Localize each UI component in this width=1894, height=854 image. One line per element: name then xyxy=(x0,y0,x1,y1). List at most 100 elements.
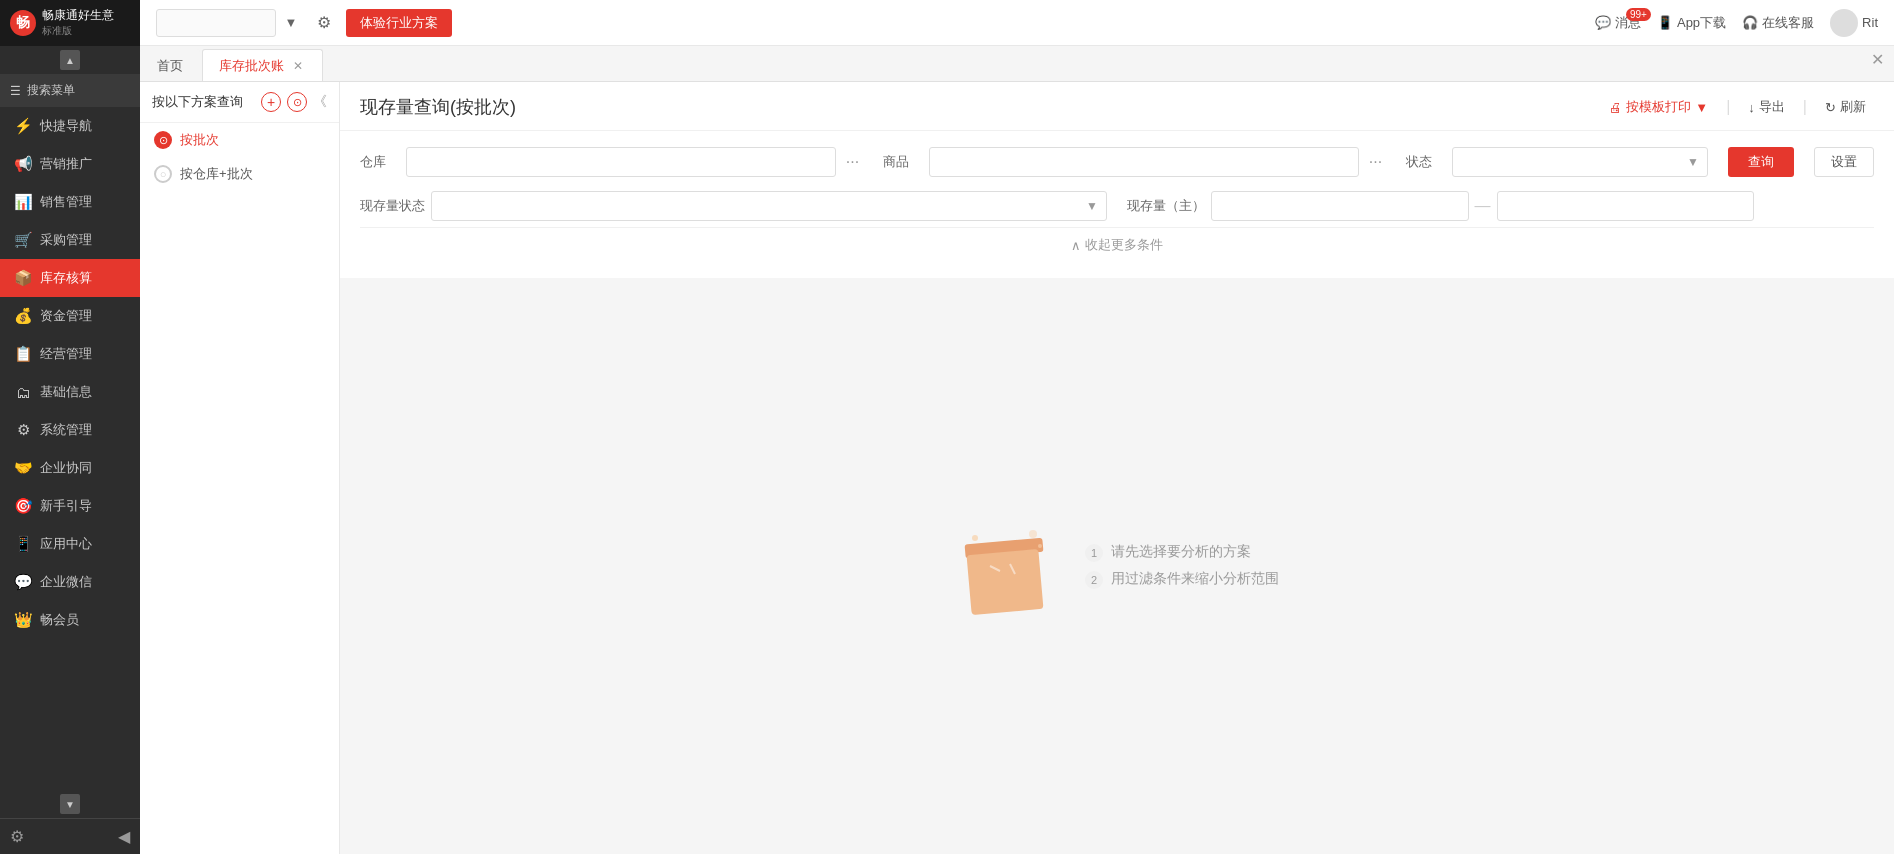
filter-item-by-batch[interactable]: ⊙ 按批次 xyxy=(140,123,339,157)
tip2-num: 2 xyxy=(1085,571,1103,589)
service-icon: 🎧 xyxy=(1742,15,1758,30)
tab-panel-close-btn[interactable]: ✕ xyxy=(1871,50,1884,69)
tip2-text: 用过滤条件来缩小分析范围 xyxy=(1111,570,1279,588)
sidebar-item-label-inventory: 库存核算 xyxy=(40,269,92,287)
qty-separator: — xyxy=(1475,197,1491,215)
sidebar-item-system[interactable]: ⚙ 系统管理 xyxy=(0,411,140,449)
sidebar-item-icon-basic-info: 🗂 xyxy=(14,383,32,401)
status-dropdown-arrow: ▼ xyxy=(1687,155,1699,169)
fields-row-2: 现存量状态 ▼ 现存量（主） — xyxy=(360,191,1874,221)
stock-qty-to-input[interactable] xyxy=(1497,191,1755,221)
sidebar-header: 畅 畅康通好生意 标准版 xyxy=(0,0,140,46)
sidebar-item-newbie[interactable]: 🎯 新手引导 xyxy=(0,487,140,525)
export-icon: ↓ xyxy=(1748,100,1755,115)
user-avatar-area[interactable]: Rit xyxy=(1830,9,1878,37)
online-service-btn[interactable]: 🎧 在线客服 xyxy=(1742,14,1814,32)
tab-batch-account-label: 库存批次账 xyxy=(219,57,284,75)
tabbar: 首页 库存批次账 ✕ ✕ xyxy=(140,46,1894,82)
sidebar-item-vip[interactable]: 👑 畅会员 xyxy=(0,601,140,639)
sidebar-item-enterprise[interactable]: 🤝 企业协同 xyxy=(0,449,140,487)
scroll-down-btn[interactable]: ▼ xyxy=(60,794,80,814)
query-area: 现存量查询(按批次) 🖨 按模板打印 ▼ | ↓ 导出 | ↻ xyxy=(340,82,1894,854)
sidebar-item-icon-purchase: 🛒 xyxy=(14,231,32,249)
goods-field: 商品 ··· xyxy=(883,147,1386,177)
target-icon: ⊙ xyxy=(293,96,302,109)
export-btn[interactable]: ↓ 导出 xyxy=(1740,94,1793,120)
filter-settings-btn[interactable]: ⊙ xyxy=(287,92,307,112)
app-download-label: App下载 xyxy=(1677,14,1726,32)
goods-input[interactable] xyxy=(929,147,1359,177)
topbar: ▼ ⚙ 体验行业方案 💬 消息 99+ 📱 App下载 🎧 在线客服 Rit xyxy=(140,0,1894,46)
sidebar-item-finance[interactable]: 💰 资金管理 xyxy=(0,297,140,335)
sidebar-item-label-purchase: 采购管理 xyxy=(40,231,92,249)
search-menu-label: 搜索菜单 xyxy=(27,82,75,99)
tab-batch-account[interactable]: 库存批次账 ✕ xyxy=(202,49,323,81)
settings-btn[interactable]: 设置 xyxy=(1814,147,1874,177)
warehouse-more-btn[interactable]: ··· xyxy=(842,153,863,171)
user-avatar xyxy=(1830,9,1858,37)
sidebar-item-sales[interactable]: 📊 销售管理 xyxy=(0,183,140,221)
user-name: Rit xyxy=(1862,15,1878,30)
topbar-search-dropdown[interactable]: ▼ xyxy=(280,12,302,34)
tip1-text: 请先选择要分析的方案 xyxy=(1111,543,1251,561)
sidebar-item-app-center[interactable]: 📱 应用中心 xyxy=(0,525,140,563)
empty-tip-1: 1 请先选择要分析的方案 xyxy=(1085,543,1279,562)
topbar-search-input[interactable] xyxy=(156,9,276,37)
status-label: 状态 xyxy=(1406,153,1446,171)
status-dropdown[interactable]: ▼ xyxy=(1452,147,1708,177)
sidebar-item-label-basic-info: 基础信息 xyxy=(40,383,92,401)
sidebar-item-label-enterprise-wechat: 企业微信 xyxy=(40,573,92,591)
sidebar-item-purchase[interactable]: 🛒 采购管理 xyxy=(0,221,140,259)
trial-btn[interactable]: 体验行业方案 xyxy=(346,9,452,37)
goods-label: 商品 xyxy=(883,153,923,171)
query-btn[interactable]: 查询 xyxy=(1728,147,1794,177)
sidebar-item-operations[interactable]: 📋 经营管理 xyxy=(0,335,140,373)
sidebar-item-label-enterprise: 企业协同 xyxy=(40,459,92,477)
collapse-icon: ∧ xyxy=(1071,238,1081,253)
tab-home[interactable]: 首页 xyxy=(140,49,200,81)
refresh-btn[interactable]: ↻ 刷新 xyxy=(1817,94,1874,120)
messages-btn[interactable]: 💬 消息 99+ xyxy=(1595,14,1641,32)
tab-close-btn[interactable]: ✕ xyxy=(290,58,306,74)
sidebar-item-icon-sales: 📊 xyxy=(14,193,32,211)
empty-tip-2: 2 用过滤条件来缩小分析范围 xyxy=(1085,570,1279,589)
sidebar-item-basic-info[interactable]: 🗂 基础信息 xyxy=(0,373,140,411)
sidebar-item-enterprise-wechat[interactable]: 💬 企业微信 xyxy=(0,563,140,601)
stock-status-dropdown[interactable]: ▼ xyxy=(431,191,1107,221)
svg-point-4 xyxy=(972,535,978,541)
main-content: ▼ ⚙ 体验行业方案 💬 消息 99+ 📱 App下载 🎧 在线客服 Rit xyxy=(140,0,1894,854)
stock-quantity-field: 现存量（主） — xyxy=(1127,191,1874,221)
sidebar-item-quick-nav[interactable]: ⚡ 快捷导航 xyxy=(0,107,140,145)
search-menu-btn[interactable]: ☰ 搜索菜单 xyxy=(0,74,140,107)
sidebar-item-marketing[interactable]: 📢 营销推广 xyxy=(0,145,140,183)
collapse-label: 收起更多条件 xyxy=(1085,236,1163,254)
svg-point-6 xyxy=(1029,530,1037,538)
filter-collapse-btn[interactable]: 《 xyxy=(313,93,327,111)
filter-item-by-warehouse-batch[interactable]: ○ 按仓库+批次 xyxy=(140,157,339,191)
sidebar-item-icon-vip: 👑 xyxy=(14,611,32,629)
filter-actions: + ⊙ 《 xyxy=(261,92,327,112)
collapse-sidebar-icon[interactable]: ◀ xyxy=(118,827,130,846)
scroll-up-btn[interactable]: ▲ xyxy=(60,50,80,70)
settings-icon[interactable]: ⚙ xyxy=(10,827,24,846)
app-download-btn[interactable]: 📱 App下载 xyxy=(1657,14,1726,32)
topbar-gear-btn[interactable]: ⚙ xyxy=(310,9,338,37)
goods-more-btn[interactable]: ··· xyxy=(1365,153,1386,171)
sidebar-item-label-app-center: 应用中心 xyxy=(40,535,92,553)
warehouse-input[interactable] xyxy=(406,147,836,177)
sidebar-item-icon-enterprise: 🤝 xyxy=(14,459,32,477)
sidebar-footer: ⚙ ◀ xyxy=(0,818,140,854)
refresh-label: 刷新 xyxy=(1840,98,1866,116)
sidebar-item-label-sales: 销售管理 xyxy=(40,193,92,211)
filter-add-btn[interactable]: + xyxy=(261,92,281,112)
sidebar-item-inventory[interactable]: 📦 库存核算 xyxy=(0,259,140,297)
content-area: 按以下方案查询 + ⊙ 《 ⊙ 按批次 ○ 按仓库+批次 xyxy=(140,82,1894,854)
print-btn[interactable]: 🖨 按模板打印 ▼ xyxy=(1601,94,1716,120)
filter-item-icon-inactive: ○ xyxy=(154,165,172,183)
collapse-more-btn[interactable]: ∧ 收起更多条件 xyxy=(360,227,1874,262)
toolbar-separator-2: | xyxy=(1803,98,1807,116)
stock-qty-from-input[interactable] xyxy=(1211,191,1469,221)
tip1-num: 1 xyxy=(1085,544,1103,562)
filter-title: 按以下方案查询 xyxy=(152,93,243,111)
warehouse-field: 仓库 ··· xyxy=(360,147,863,177)
